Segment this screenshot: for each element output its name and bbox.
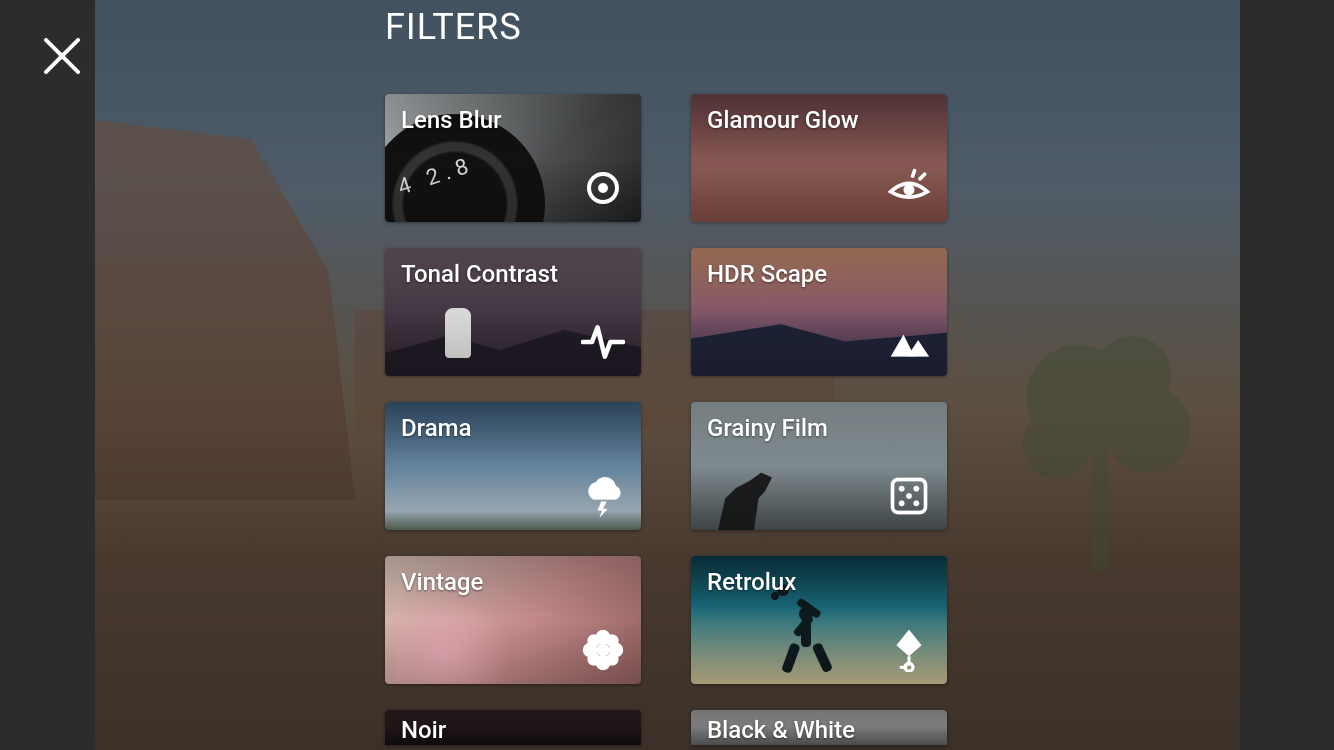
close-button[interactable] <box>40 34 84 78</box>
filter-tile-hdr-scape[interactable]: HDR Scape <box>691 248 947 376</box>
filter-label: Black & White <box>707 716 855 744</box>
filter-label: Vintage <box>401 568 483 596</box>
filter-label: Drama <box>401 414 472 442</box>
eye-icon <box>887 166 931 210</box>
mountains-icon <box>887 320 931 364</box>
filter-tile-lens-blur[interactable]: 4 2.8 Lens Blur <box>385 94 641 222</box>
close-icon <box>40 34 84 78</box>
dice-icon <box>887 474 931 518</box>
backdrop-tree <box>990 310 1210 570</box>
filter-label: Glamour Glow <box>707 106 859 134</box>
filter-label: HDR Scape <box>707 260 827 288</box>
kite-icon <box>887 628 931 672</box>
filter-label: Noir <box>401 716 446 744</box>
filter-label: Grainy Film <box>707 414 828 442</box>
section-heading: FILTERS <box>385 6 522 48</box>
filter-tile-tonal-contrast[interactable]: Tonal Contrast <box>385 248 641 376</box>
filter-grid: 4 2.8 Lens Blur Glamour Glow Tonal Contr… <box>385 94 947 745</box>
backdrop-cliff <box>95 120 355 500</box>
filter-tile-noir[interactable]: Noir <box>385 710 641 745</box>
filter-tile-grainy-film[interactable]: Grainy Film <box>691 402 947 530</box>
filter-tile-retrolux[interactable]: Retrolux <box>691 556 947 684</box>
storm-cloud-icon <box>581 474 625 518</box>
flower-icon <box>581 628 625 672</box>
filter-label: Tonal Contrast <box>401 260 558 288</box>
filter-tile-glamour-glow[interactable]: Glamour Glow <box>691 94 947 222</box>
filter-tile-vintage[interactable]: Vintage <box>385 556 641 684</box>
target-icon <box>581 166 625 210</box>
filter-label: Retrolux <box>707 568 796 596</box>
filter-tile-black-white[interactable]: Black & White <box>691 710 947 745</box>
filter-label: Lens Blur <box>401 106 502 134</box>
pulse-icon <box>581 320 625 364</box>
filter-tile-drama[interactable]: Drama <box>385 402 641 530</box>
